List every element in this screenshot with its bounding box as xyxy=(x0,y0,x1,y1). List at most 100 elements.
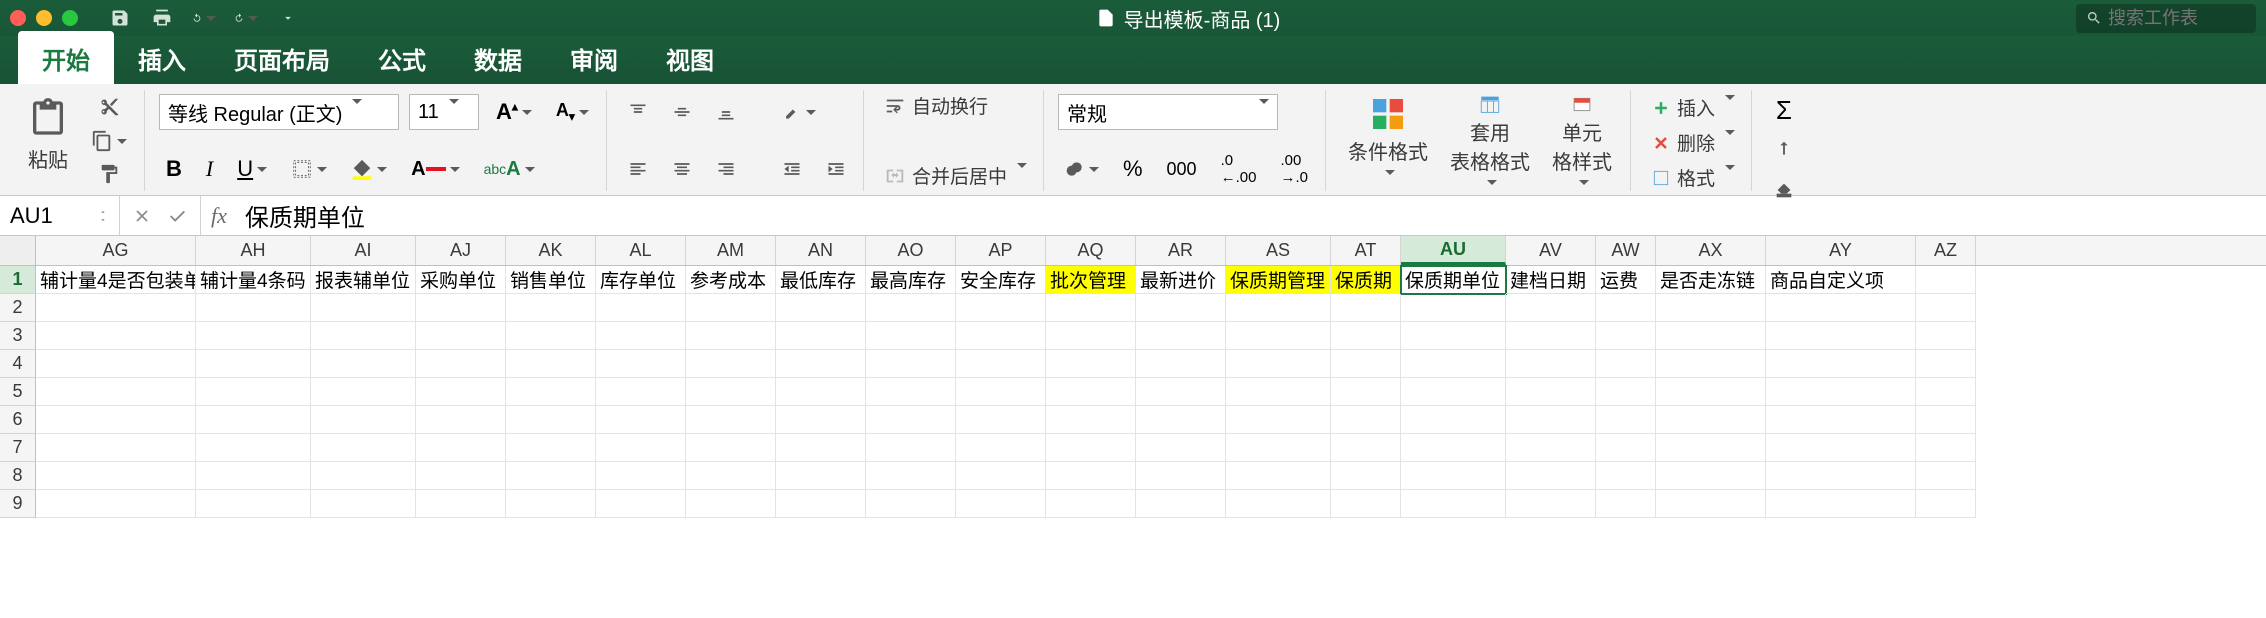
cut-button[interactable] xyxy=(84,92,134,122)
cell-AV2[interactable] xyxy=(1506,294,1596,322)
select-all-corner[interactable] xyxy=(0,236,36,265)
cell-AL2[interactable] xyxy=(596,294,686,322)
cell-AQ9[interactable] xyxy=(1046,490,1136,518)
cell-AS6[interactable] xyxy=(1226,406,1331,434)
column-header-AM[interactable]: AM xyxy=(686,236,776,265)
cell-AJ9[interactable] xyxy=(416,490,506,518)
column-header-AU[interactable]: AU xyxy=(1401,236,1506,265)
cell-AL1[interactable]: 库存单位 xyxy=(596,266,686,294)
cell-AG7[interactable] xyxy=(36,434,196,462)
cell-AT1[interactable]: 保质期 xyxy=(1331,266,1401,294)
zoom-window-button[interactable] xyxy=(62,10,78,26)
tab-开始[interactable]: 开始 xyxy=(18,31,114,84)
cell-AT5[interactable] xyxy=(1331,378,1401,406)
cell-AH8[interactable] xyxy=(196,462,311,490)
cell-AH1[interactable]: 辅计量4条码 xyxy=(196,266,311,294)
cell-AX8[interactable] xyxy=(1656,462,1766,490)
fx-icon[interactable]: fx xyxy=(201,203,237,229)
column-header-AJ[interactable]: AJ xyxy=(416,236,506,265)
cell-AJ8[interactable] xyxy=(416,462,506,490)
cell-AR9[interactable] xyxy=(1136,490,1226,518)
cell-AM9[interactable] xyxy=(686,490,776,518)
cell-AR3[interactable] xyxy=(1136,322,1226,350)
cell-AH2[interactable] xyxy=(196,294,311,322)
cell-AJ7[interactable] xyxy=(416,434,506,462)
borders-button[interactable] xyxy=(284,151,334,187)
cell-AG1[interactable]: 辅计量4是否包装单位 xyxy=(36,266,196,294)
cell-AM1[interactable]: 参考成本 xyxy=(686,266,776,294)
italic-button[interactable]: I xyxy=(199,151,220,187)
column-header-AG[interactable]: AG xyxy=(36,236,196,265)
cell-AN2[interactable] xyxy=(776,294,866,322)
row-header-3[interactable]: 3 xyxy=(0,322,36,350)
cell-AX5[interactable] xyxy=(1656,378,1766,406)
cell-AP2[interactable] xyxy=(956,294,1046,322)
cell-AK9[interactable] xyxy=(506,490,596,518)
column-header-AY[interactable]: AY xyxy=(1766,236,1916,265)
cell-AQ2[interactable] xyxy=(1046,294,1136,322)
cell-AZ4[interactable] xyxy=(1916,350,1976,378)
orientation-button[interactable] xyxy=(775,94,823,130)
chevron-down-icon[interactable] xyxy=(97,216,109,224)
cell-AT8[interactable] xyxy=(1331,462,1401,490)
cell-AY8[interactable] xyxy=(1766,462,1916,490)
cell-AH6[interactable] xyxy=(196,406,311,434)
number-format-select[interactable]: 常规 xyxy=(1058,94,1278,130)
comma-button[interactable]: 000 xyxy=(1160,151,1204,187)
cell-AM2[interactable] xyxy=(686,294,776,322)
cell-AW9[interactable] xyxy=(1596,490,1656,518)
cell-AG2[interactable] xyxy=(36,294,196,322)
format-cells-button[interactable]: 格式 xyxy=(1645,162,1741,193)
cell-AY1[interactable]: 商品自定义项 xyxy=(1766,266,1916,294)
tab-页面布局[interactable]: 页面布局 xyxy=(210,31,354,84)
cell-AV1[interactable]: 建档日期 xyxy=(1506,266,1596,294)
cell-AU7[interactable] xyxy=(1401,434,1506,462)
paste-button[interactable]: 粘贴 xyxy=(20,90,76,191)
cell-AY7[interactable] xyxy=(1766,434,1916,462)
cell-AO9[interactable] xyxy=(866,490,956,518)
minimize-window-button[interactable] xyxy=(36,10,52,26)
cell-AQ5[interactable] xyxy=(1046,378,1136,406)
cell-AS3[interactable] xyxy=(1226,322,1331,350)
cell-AI7[interactable] xyxy=(311,434,416,462)
cell-AV6[interactable] xyxy=(1506,406,1596,434)
cell-AM7[interactable] xyxy=(686,434,776,462)
column-header-AK[interactable]: AK xyxy=(506,236,596,265)
column-header-AQ[interactable]: AQ xyxy=(1046,236,1136,265)
cell-AU3[interactable] xyxy=(1401,322,1506,350)
cell-AQ8[interactable] xyxy=(1046,462,1136,490)
cell-AO7[interactable] xyxy=(866,434,956,462)
cell-AR5[interactable] xyxy=(1136,378,1226,406)
cell-AS9[interactable] xyxy=(1226,490,1331,518)
cell-AK6[interactable] xyxy=(506,406,596,434)
cell-AK4[interactable] xyxy=(506,350,596,378)
cell-AY5[interactable] xyxy=(1766,378,1916,406)
cell-AK8[interactable] xyxy=(506,462,596,490)
spreadsheet-grid[interactable]: AGAHAIAJAKALAMANAOAPAQARASATAUAVAWAXAYAZ… xyxy=(0,236,2266,518)
search-box[interactable] xyxy=(2076,4,2256,33)
cell-AR7[interactable] xyxy=(1136,434,1226,462)
cell-AL5[interactable] xyxy=(596,378,686,406)
bold-button[interactable]: B xyxy=(159,151,189,187)
align-bottom-button[interactable] xyxy=(709,94,743,130)
cell-AK7[interactable] xyxy=(506,434,596,462)
cell-AJ4[interactable] xyxy=(416,350,506,378)
cell-AZ8[interactable] xyxy=(1916,462,1976,490)
cell-AX6[interactable] xyxy=(1656,406,1766,434)
cell-AM8[interactable] xyxy=(686,462,776,490)
cell-AI3[interactable] xyxy=(311,322,416,350)
cell-AY3[interactable] xyxy=(1766,322,1916,350)
column-header-AH[interactable]: AH xyxy=(196,236,311,265)
cell-AP1[interactable]: 安全库存 xyxy=(956,266,1046,294)
formula-input[interactable] xyxy=(237,202,2266,230)
cell-AP9[interactable] xyxy=(956,490,1046,518)
cell-AU2[interactable] xyxy=(1401,294,1506,322)
cell-AO6[interactable] xyxy=(866,406,956,434)
cell-AU9[interactable] xyxy=(1401,490,1506,518)
cell-AX1[interactable]: 是否走冻链 xyxy=(1656,266,1766,294)
format-painter-button[interactable] xyxy=(84,159,134,189)
column-header-AI[interactable]: AI xyxy=(311,236,416,265)
cell-AH4[interactable] xyxy=(196,350,311,378)
cell-AN9[interactable] xyxy=(776,490,866,518)
cell-AZ2[interactable] xyxy=(1916,294,1976,322)
